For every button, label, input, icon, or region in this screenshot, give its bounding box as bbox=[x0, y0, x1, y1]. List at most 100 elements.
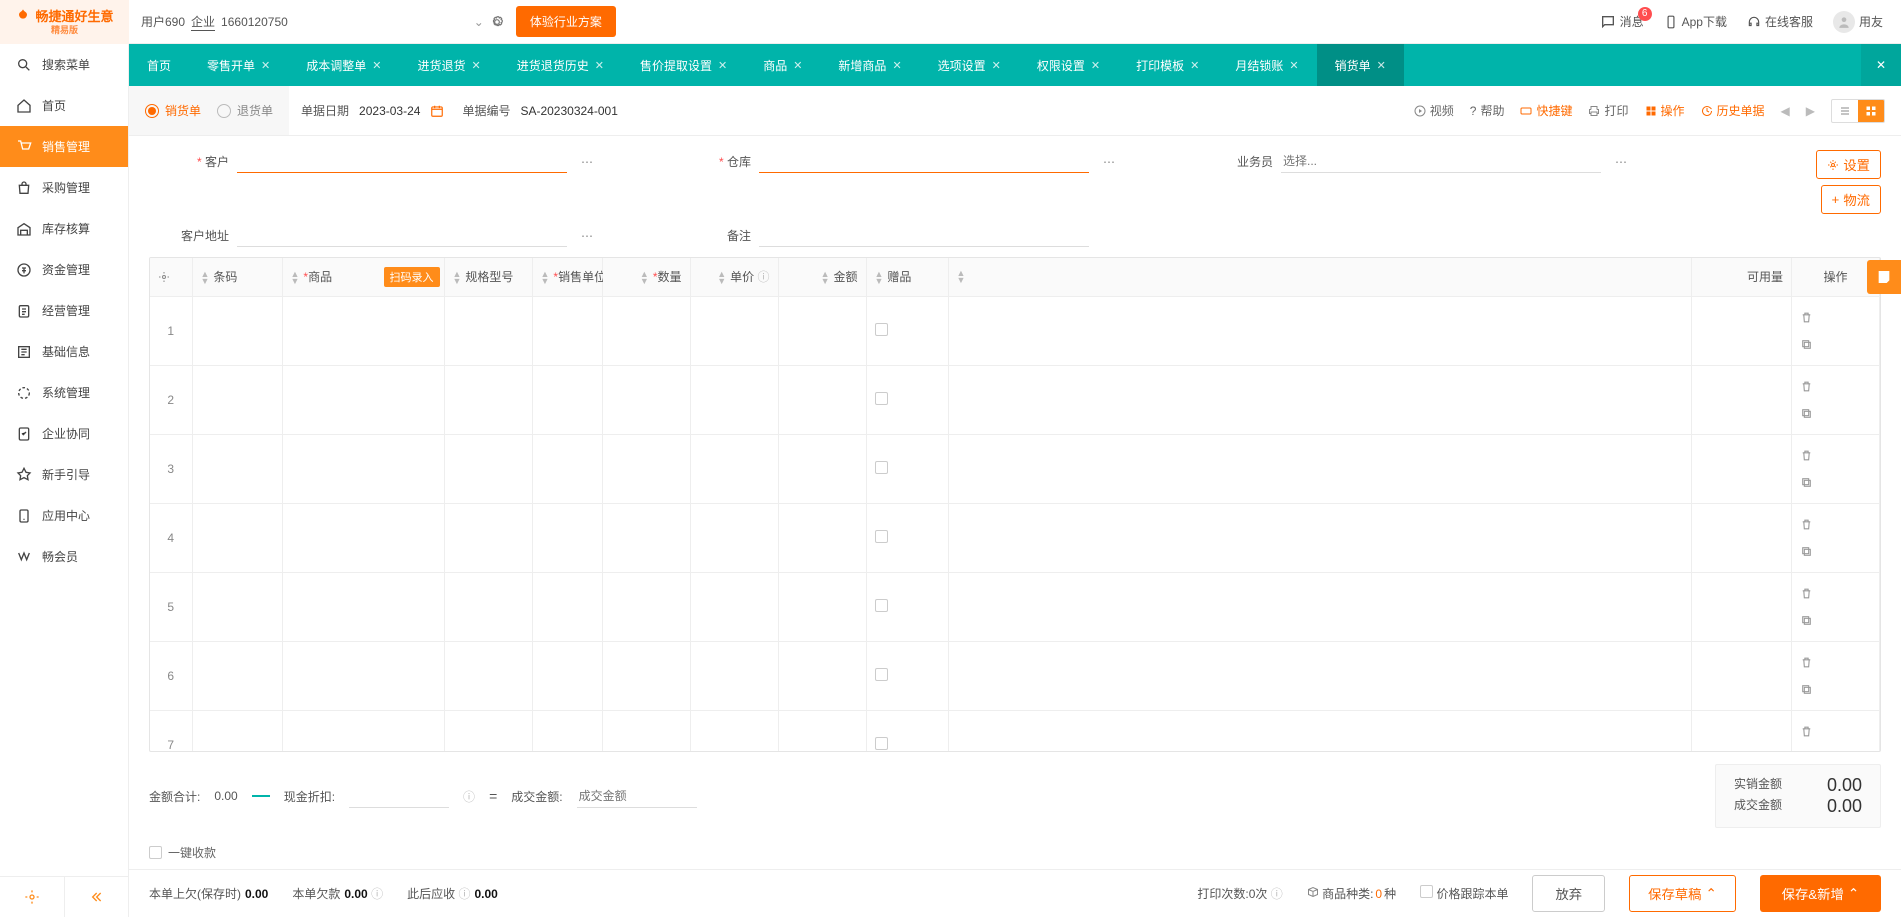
sidebar-item-9[interactable]: 企业协同 bbox=[0, 413, 128, 454]
col-amount[interactable]: ▲▼金额 bbox=[778, 258, 866, 296]
copy-row-icon[interactable] bbox=[1800, 324, 1871, 365]
col-unit[interactable]: ▲▼*销售单位 bbox=[532, 258, 602, 296]
app-download-link[interactable]: App下载 bbox=[1664, 13, 1727, 30]
copy-row-icon[interactable] bbox=[1800, 393, 1871, 434]
gift-checkbox[interactable] bbox=[875, 737, 888, 750]
tab-5[interactable]: 售价提取设置✕ bbox=[622, 44, 745, 86]
deal-amount-input[interactable] bbox=[577, 785, 697, 808]
prev-doc[interactable]: ◀ bbox=[1781, 104, 1790, 118]
col-qty[interactable]: ▲▼*数量 bbox=[602, 258, 690, 296]
sidebar-item-8[interactable]: 系统管理 bbox=[0, 372, 128, 413]
help-icon[interactable]: ⓘ bbox=[757, 270, 769, 284]
addr-input[interactable] bbox=[237, 224, 567, 247]
date-value[interactable]: 2023-03-24 bbox=[359, 104, 420, 118]
settings-button[interactable]: 设置 bbox=[1816, 150, 1881, 179]
tab-2[interactable]: 成本调整单✕ bbox=[288, 44, 399, 86]
sidebar-item-5[interactable]: 资金管理 bbox=[0, 249, 128, 290]
close-icon[interactable]: ✕ bbox=[892, 59, 901, 72]
col-spec[interactable]: ▲▼规格型号 bbox=[444, 258, 532, 296]
tab-9[interactable]: 权限设置✕ bbox=[1019, 44, 1118, 86]
close-icon[interactable]: ✕ bbox=[595, 59, 604, 72]
sidebar-item-10[interactable]: 新手引导 bbox=[0, 454, 128, 495]
messages-link[interactable]: 消息 6 bbox=[1600, 13, 1644, 30]
gift-checkbox[interactable] bbox=[875, 668, 888, 681]
tab-0[interactable]: 首页 bbox=[129, 44, 189, 86]
gift-checkbox[interactable] bbox=[875, 323, 888, 336]
col-price[interactable]: ▲▼单价 ⓘ bbox=[690, 258, 778, 296]
view-card[interactable] bbox=[1858, 100, 1884, 122]
logistics-button[interactable]: +物流 bbox=[1821, 185, 1881, 214]
warehouse-input[interactable] bbox=[759, 150, 1089, 173]
close-icon[interactable]: ✕ bbox=[793, 59, 802, 72]
ops-link[interactable]: 操作 bbox=[1645, 102, 1685, 119]
gift-checkbox[interactable] bbox=[875, 461, 888, 474]
tab-1[interactable]: 零售开单✕ bbox=[189, 44, 288, 86]
close-icon[interactable]: ✕ bbox=[372, 59, 381, 72]
float-feedback[interactable] bbox=[1867, 260, 1901, 294]
calendar-icon[interactable] bbox=[430, 104, 444, 118]
sidebar-item-11[interactable]: 应用中心 bbox=[0, 495, 128, 536]
copy-row-icon[interactable] bbox=[1800, 462, 1871, 503]
copy-row-icon[interactable] bbox=[1800, 669, 1871, 710]
help-icon[interactable]: ⓘ bbox=[1271, 887, 1283, 901]
tab-10[interactable]: 打印模板✕ bbox=[1118, 44, 1217, 86]
sidebar-item-7[interactable]: 基础信息 bbox=[0, 331, 128, 372]
gift-checkbox[interactable] bbox=[875, 599, 888, 612]
close-icon[interactable]: ✕ bbox=[718, 59, 727, 72]
save-draft-button[interactable]: 保存草稿⌃ bbox=[1629, 875, 1735, 912]
tab-6[interactable]: 商品✕ bbox=[745, 44, 820, 86]
table-row[interactable]: 5 bbox=[150, 572, 1880, 641]
help-icon[interactable]: ⓘ bbox=[371, 887, 383, 901]
table-row[interactable]: 6 bbox=[150, 641, 1880, 710]
cash-discount-input[interactable] bbox=[349, 785, 449, 808]
view-list[interactable] bbox=[1832, 100, 1858, 122]
support-link[interactable]: 在线客服 bbox=[1747, 13, 1813, 30]
copy-row-icon[interactable] bbox=[1800, 738, 1871, 753]
col-product[interactable]: ▲▼*商品扫码录入 bbox=[282, 258, 444, 296]
sales-input[interactable] bbox=[1281, 150, 1601, 173]
discard-button[interactable]: 放弃 bbox=[1532, 875, 1605, 912]
track-price[interactable]: 价格跟踪本单 bbox=[1420, 885, 1508, 902]
close-icon[interactable]: ✕ bbox=[1377, 59, 1386, 72]
sidebar-settings[interactable] bbox=[0, 877, 64, 917]
customer-lookup[interactable]: ⋯ bbox=[575, 155, 599, 169]
copy-row-icon[interactable] bbox=[1800, 531, 1871, 572]
tab-7[interactable]: 新增商品✕ bbox=[820, 44, 919, 86]
cta-button[interactable]: 体验行业方案 bbox=[516, 6, 616, 37]
sidebar-item-3[interactable]: 采购管理 bbox=[0, 167, 128, 208]
history-link[interactable]: 历史单据 bbox=[1701, 102, 1765, 119]
help-icon[interactable]: ⓘ bbox=[458, 887, 470, 901]
tenant-selector[interactable]: 用户690企业1660120750 ⌄ bbox=[129, 13, 516, 31]
user-menu[interactable]: 用友 bbox=[1833, 11, 1883, 33]
sidebar-collapse[interactable] bbox=[64, 877, 129, 917]
table-row[interactable]: 1 bbox=[150, 296, 1880, 365]
save-new-button[interactable]: 保存&新增⌃ bbox=[1760, 875, 1881, 912]
sidebar-item-1[interactable]: 首页 bbox=[0, 85, 128, 126]
shortcut-link[interactable]: 快捷键 bbox=[1520, 102, 1572, 119]
tab-12[interactable]: 销货单✕ bbox=[1317, 44, 1404, 86]
col-avail[interactable]: 可用量 bbox=[1692, 258, 1792, 296]
close-icon[interactable]: ✕ bbox=[1289, 59, 1298, 72]
next-doc[interactable]: ▶ bbox=[1806, 104, 1815, 118]
addr-lookup[interactable]: ⋯ bbox=[575, 229, 599, 243]
tab-11[interactable]: 月结锁账✕ bbox=[1217, 44, 1316, 86]
help-icon[interactable]: ⓘ bbox=[463, 788, 475, 805]
table-row[interactable]: 2 bbox=[150, 365, 1880, 434]
close-icon[interactable]: ✕ bbox=[261, 59, 270, 72]
one-click-checkbox[interactable] bbox=[149, 846, 162, 859]
sidebar-item-6[interactable]: 经营管理 bbox=[0, 290, 128, 331]
table-row[interactable]: 4 bbox=[150, 503, 1880, 572]
print-link[interactable]: 打印 bbox=[1588, 102, 1628, 119]
tab-4[interactable]: 进货退货历史✕ bbox=[499, 44, 622, 86]
sidebar-item-12[interactable]: 畅会员 bbox=[0, 536, 128, 577]
gear-icon[interactable] bbox=[490, 15, 504, 29]
tab-3[interactable]: 进货退货✕ bbox=[399, 44, 498, 86]
close-icon[interactable]: ✕ bbox=[1190, 59, 1199, 72]
sales-lookup[interactable]: ⋯ bbox=[1609, 155, 1633, 169]
copy-row-icon[interactable] bbox=[1800, 600, 1871, 641]
close-icon[interactable]: ✕ bbox=[472, 59, 481, 72]
col-barcode[interactable]: ▲▼条码 bbox=[192, 258, 282, 296]
video-link[interactable]: 视频 bbox=[1414, 102, 1454, 119]
sidebar-item-0[interactable]: 搜索菜单 bbox=[0, 44, 128, 85]
tab-8[interactable]: 选项设置✕ bbox=[920, 44, 1019, 86]
